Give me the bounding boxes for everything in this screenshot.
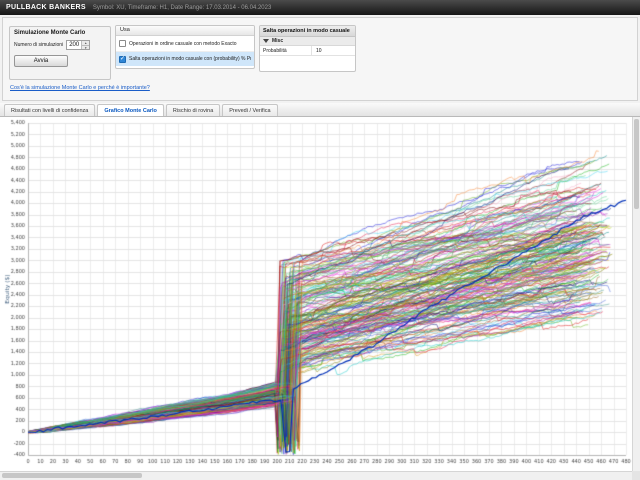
title-bar: PULLBACK BANKERS Symbol: XU, Timeframe: … xyxy=(0,0,640,15)
monte-carlo-settings-panel: Simulazione Monte Carlo Numero di simula… xyxy=(9,26,111,80)
probability-value[interactable]: 10 xyxy=(312,46,355,55)
tab-predict-verify[interactable]: Prevedi / Verifica xyxy=(222,104,278,116)
skip-panel-title: Salta operazioni in modo casuale xyxy=(260,26,355,37)
skip-trades-checkbox[interactable] xyxy=(119,55,126,63)
simulations-row: Numero di simulazioni 200 ▲ ▼ xyxy=(10,38,110,52)
monte-carlo-chart-area xyxy=(0,117,632,471)
monte-carlo-chart[interactable] xyxy=(0,117,632,471)
skip-trades-label: Salta operazioni in modo casuale con (pr… xyxy=(129,56,251,62)
simulations-input[interactable]: 200 ▲ ▼ xyxy=(66,40,91,50)
tab-confidence-levels[interactable]: Risultati con livelli di confidenza xyxy=(4,104,96,116)
simulations-label: Numero di simulazioni xyxy=(14,42,64,48)
use-options-panel: Usa Operazioni in ordine casuale con met… xyxy=(115,25,255,69)
simulations-value[interactable]: 200 xyxy=(67,42,81,48)
collapse-misc-icon[interactable] xyxy=(263,39,269,43)
settings-region: Simulazione Monte Carlo Numero di simula… xyxy=(2,17,638,101)
monte-carlo-panel-title: Simulazione Monte Carlo xyxy=(14,30,86,36)
random-order-checkbox[interactable] xyxy=(119,40,126,47)
horizontal-scrollbar[interactable] xyxy=(0,471,632,480)
use-panel-title: Usa xyxy=(116,26,254,36)
vertical-scrollbar-thumb[interactable] xyxy=(634,119,639,209)
scrollbar-corner xyxy=(632,471,640,480)
app-subtitle: Symbol: XU, Timeframe: H1, Date Range: 1… xyxy=(92,4,272,11)
horizontal-scrollbar-thumb[interactable] xyxy=(2,473,142,478)
simulations-stepper: ▲ ▼ xyxy=(81,41,90,50)
tab-monte-carlo-chart[interactable]: Grafico Monte Carlo xyxy=(97,104,164,116)
result-tabs: Risultati con livelli di confidenza Graf… xyxy=(0,103,640,117)
app-window: PULLBACK BANKERS Symbol: XU, Timeframe: … xyxy=(0,0,640,480)
probability-property-row: Probabilità 10 xyxy=(260,46,355,56)
misc-group-label: Misc xyxy=(272,38,284,44)
spin-down-icon[interactable]: ▼ xyxy=(82,45,90,50)
vertical-scrollbar[interactable] xyxy=(632,117,640,471)
start-simulation-button[interactable]: Avvia xyxy=(14,55,68,67)
monte-carlo-info-link[interactable]: Cos'è la simulazione Monte Carlo e perch… xyxy=(10,85,150,91)
random-order-label: Operazioni in ordine casuale con metodo … xyxy=(129,40,237,47)
option-skip-trades-row[interactable]: Salta operazioni in modo casuale con (pr… xyxy=(116,51,254,66)
tab-risk-of-ruin[interactable]: Rischio di rovina xyxy=(165,104,221,116)
probability-label: Probabilità xyxy=(260,46,312,55)
misc-group-row[interactable]: Misc xyxy=(260,37,355,46)
option-random-order-row[interactable]: Operazioni in ordine casuale con metodo … xyxy=(116,36,254,51)
app-title: PULLBACK BANKERS xyxy=(6,4,86,11)
skip-trades-settings-panel: Salta operazioni in modo casuale Misc Pr… xyxy=(259,25,356,72)
